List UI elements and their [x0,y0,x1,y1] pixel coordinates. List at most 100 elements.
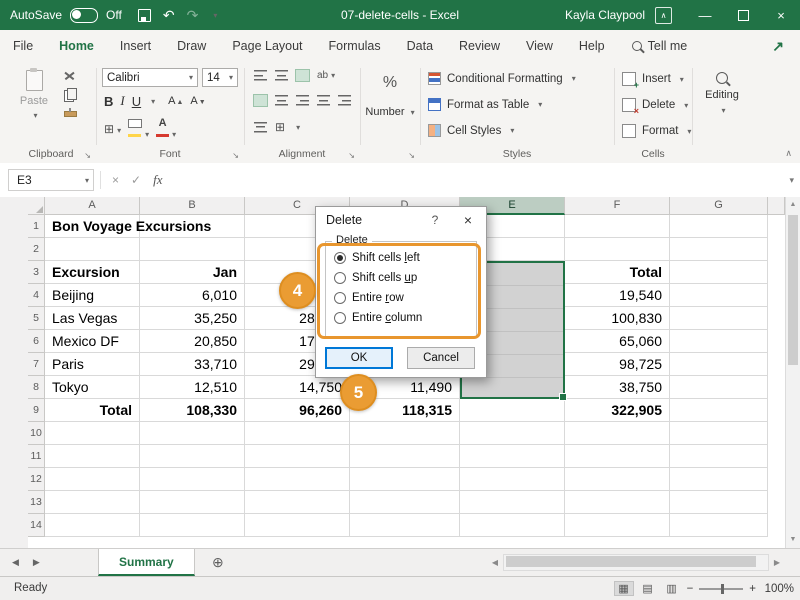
cell-B4[interactable]: 6,010 [140,284,245,307]
cell-E11[interactable] [460,445,565,468]
cell-F7[interactable]: 98,725 [565,353,670,376]
cell-G6[interactable] [670,330,768,353]
column-header-F[interactable]: F [565,197,670,215]
scroll-right-icon[interactable]: ▶ [769,558,785,567]
cell-F6[interactable]: 65,060 [565,330,670,353]
cell-A2[interactable] [45,238,140,261]
cell-D12[interactable] [350,468,460,491]
expand-formula-bar-icon[interactable]: ▾ [789,175,794,186]
tab-page-layout[interactable]: Page Layout [219,30,315,62]
tab-draw[interactable]: Draw [164,30,219,62]
horizontal-scrollbar-thumb[interactable] [506,556,756,567]
dialog-close-icon[interactable]: × [452,207,484,233]
cell-G2[interactable] [670,238,768,261]
cell-B12[interactable] [140,468,245,491]
underline-chevron-down-icon[interactable]: ▾ [151,97,155,106]
cell-D14[interactable] [350,514,460,537]
cell-A6[interactable]: Mexico DF [45,330,140,353]
cell-D13[interactable] [350,491,460,514]
share-icon[interactable]: ↗ [772,38,784,55]
cell-B9[interactable]: 108,330 [140,399,245,422]
cell-A9[interactable]: Total [45,399,140,422]
row-header-8[interactable]: 8 [28,376,45,399]
cell-F11[interactable] [565,445,670,468]
increase-font-button[interactable]: A▲ [168,95,183,107]
align-left-icon[interactable] [253,94,268,107]
next-sheet-icon[interactable]: ▶ [33,557,40,568]
cancel-button[interactable]: Cancel [407,347,475,369]
cell-A5[interactable]: Las Vegas [45,307,140,330]
cell-A8[interactable]: Tokyo [45,376,140,399]
cell-B6[interactable]: 20,850 [140,330,245,353]
dialog-help-icon[interactable]: ? [420,207,450,233]
column-header-A[interactable]: A [45,197,140,215]
save-icon[interactable] [137,8,151,22]
align-bottom-icon[interactable] [295,69,310,82]
row-header-14[interactable]: 14 [28,514,45,537]
vertical-scrollbar[interactable]: ▲ ▼ [785,197,800,548]
cell-A1[interactable]: Bon Voyage Excursions [45,215,211,238]
cell-B8[interactable]: 12,510 [140,376,245,399]
new-sheet-icon[interactable]: ⊕ [212,554,224,571]
format-as-table-button[interactable]: Format as Table ▾ [428,98,542,111]
cell-F10[interactable] [565,422,670,445]
cell-B7[interactable]: 33,710 [140,353,245,376]
alignment-dialog-launcher-icon[interactable]: ↘ [348,151,355,160]
cell-E9[interactable] [460,399,565,422]
font-name-combo[interactable]: Calibri ▾ [102,68,198,87]
zoom-level[interactable]: 100% [762,583,794,595]
cell-A7[interactable]: Paris [45,353,140,376]
insert-function-icon[interactable]: fx [153,172,162,188]
cell-C9[interactable]: 96,260 [245,399,350,422]
cell-B11[interactable] [140,445,245,468]
name-box[interactable]: E3 ▾ [8,169,94,191]
sheet-tab-summary[interactable]: Summary [98,549,195,576]
font-size-combo[interactable]: 14 ▾ [202,68,238,87]
underline-button[interactable]: U [132,94,141,109]
scroll-up-icon[interactable]: ▲ [786,197,800,213]
tell-me-button[interactable]: Tell me [631,39,687,53]
cell-F5[interactable]: 100,830 [565,307,670,330]
insert-cells-button[interactable]: Insert ▾ [622,72,684,90]
decrease-font-button[interactable]: A▼ [190,95,205,107]
cell-B3[interactable]: Jan [140,261,245,284]
font-dialog-launcher-icon[interactable]: ↘ [232,151,239,160]
cell-C12[interactable] [245,468,350,491]
minimize-button[interactable]: — [686,0,724,30]
clipboard-dialog-launcher-icon[interactable]: ↘ [84,151,91,160]
fill-color-button[interactable]: ▾ [128,118,149,140]
tab-data[interactable]: Data [394,30,446,62]
cell-F12[interactable] [565,468,670,491]
format-cells-button[interactable]: Format ▾ [622,124,691,138]
delete-cells-button[interactable]: Delete ▾ [622,98,688,116]
cell-G1[interactable] [670,215,768,238]
cut-icon[interactable] [64,70,76,81]
cell-styles-button[interactable]: Cell Styles ▾ [428,124,514,137]
normal-view-icon[interactable]: ▦ [613,581,634,596]
vertical-scrollbar-thumb[interactable] [788,215,798,365]
cell-C13[interactable] [245,491,350,514]
formula-input[interactable] [168,163,780,197]
cell-F1[interactable] [565,215,670,238]
row-header-10[interactable]: 10 [28,422,45,445]
cell-A10[interactable] [45,422,140,445]
autosave-toggle[interactable]: AutoSave Off [10,7,122,23]
cell-G12[interactable] [670,468,768,491]
cell-A3[interactable]: Excursion [45,261,140,284]
user-name[interactable]: Kayla Claypool [565,8,645,22]
row-header-9[interactable]: 9 [28,399,45,422]
tab-review[interactable]: Review [446,30,513,62]
tab-home[interactable]: Home [46,30,107,62]
wrap-text-icon[interactable] [254,121,267,133]
cell-F9[interactable]: 322,905 [565,399,670,422]
align-center-icon[interactable] [275,95,288,106]
cell-B13[interactable] [140,491,245,514]
zoom-slider[interactable] [699,583,744,594]
increase-indent-icon[interactable] [338,95,351,106]
bold-button[interactable]: B [104,94,113,109]
cell-G4[interactable] [670,284,768,307]
row-header-2[interactable]: 2 [28,238,45,261]
cell-A11[interactable] [45,445,140,468]
cell-E12[interactable] [460,468,565,491]
row-header-6[interactable]: 6 [28,330,45,353]
